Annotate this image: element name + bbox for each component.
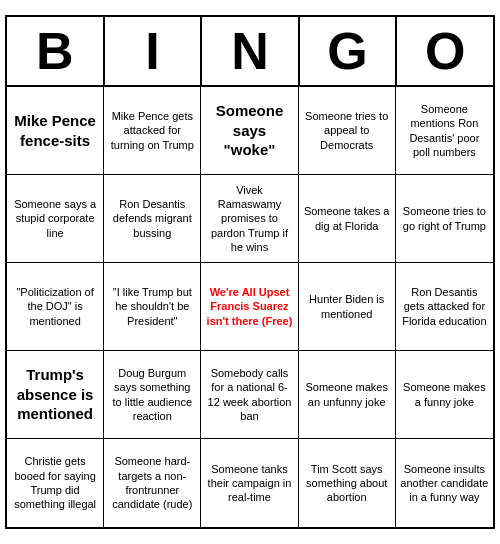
bingo-cell-15[interactable]: Trump's absence is mentioned — [7, 351, 104, 439]
bingo-cell-5[interactable]: Someone says a stupid corporate line — [7, 175, 104, 263]
bingo-cell-12[interactable]: We're All Upset Francis Suarez isn't the… — [201, 263, 298, 351]
bingo-cell-7[interactable]: Vivek Ramaswamy promises to pardon Trump… — [201, 175, 298, 263]
bingo-cell-10[interactable]: "Politicization of the DOJ" is mentioned — [7, 263, 104, 351]
bingo-cell-11[interactable]: "I like Trump but he shouldn't be Presid… — [104, 263, 201, 351]
bingo-header: BINGO — [7, 17, 493, 87]
bingo-cell-3[interactable]: Someone tries to appeal to Democrats — [299, 87, 396, 175]
bingo-cell-22[interactable]: Someone tanks their campaign in real-tim… — [201, 439, 298, 527]
bingo-card: BINGO Mike Pence fence-sitsMike Pence ge… — [5, 15, 495, 529]
bingo-cell-8[interactable]: Someone takes a dig at Florida — [299, 175, 396, 263]
bingo-cell-20[interactable]: Christie gets booed for saying Trump did… — [7, 439, 104, 527]
bingo-cell-1[interactable]: Mike Pence gets attacked for turning on … — [104, 87, 201, 175]
bingo-cell-23[interactable]: Tim Scott says something about abortion — [299, 439, 396, 527]
bingo-cell-4[interactable]: Someone mentions Ron Desantis' poor poll… — [396, 87, 493, 175]
bingo-grid: Mike Pence fence-sitsMike Pence gets att… — [7, 87, 493, 527]
header-letter-o: O — [397, 17, 493, 85]
bingo-cell-6[interactable]: Ron Desantis defends migrant bussing — [104, 175, 201, 263]
header-letter-i: I — [105, 17, 203, 85]
header-letter-g: G — [300, 17, 398, 85]
bingo-cell-13[interactable]: Hunter Biden is mentioned — [299, 263, 396, 351]
bingo-cell-17[interactable]: Somebody calls for a national 6-12 week … — [201, 351, 298, 439]
bingo-cell-2[interactable]: Someone says "woke" — [201, 87, 298, 175]
bingo-cell-14[interactable]: Ron Desantis gets attacked for Florida e… — [396, 263, 493, 351]
bingo-cell-16[interactable]: Doug Burgum says something to little aud… — [104, 351, 201, 439]
bingo-cell-18[interactable]: Someone makes an unfunny joke — [299, 351, 396, 439]
bingo-cell-24[interactable]: Someone insults another candidate in a f… — [396, 439, 493, 527]
bingo-cell-9[interactable]: Someone tries to go right of Trump — [396, 175, 493, 263]
header-letter-b: B — [7, 17, 105, 85]
bingo-cell-21[interactable]: Someone hard-targets a non-frontrunner c… — [104, 439, 201, 527]
bingo-cell-0[interactable]: Mike Pence fence-sits — [7, 87, 104, 175]
header-letter-n: N — [202, 17, 300, 85]
bingo-cell-19[interactable]: Someone makes a funny joke — [396, 351, 493, 439]
